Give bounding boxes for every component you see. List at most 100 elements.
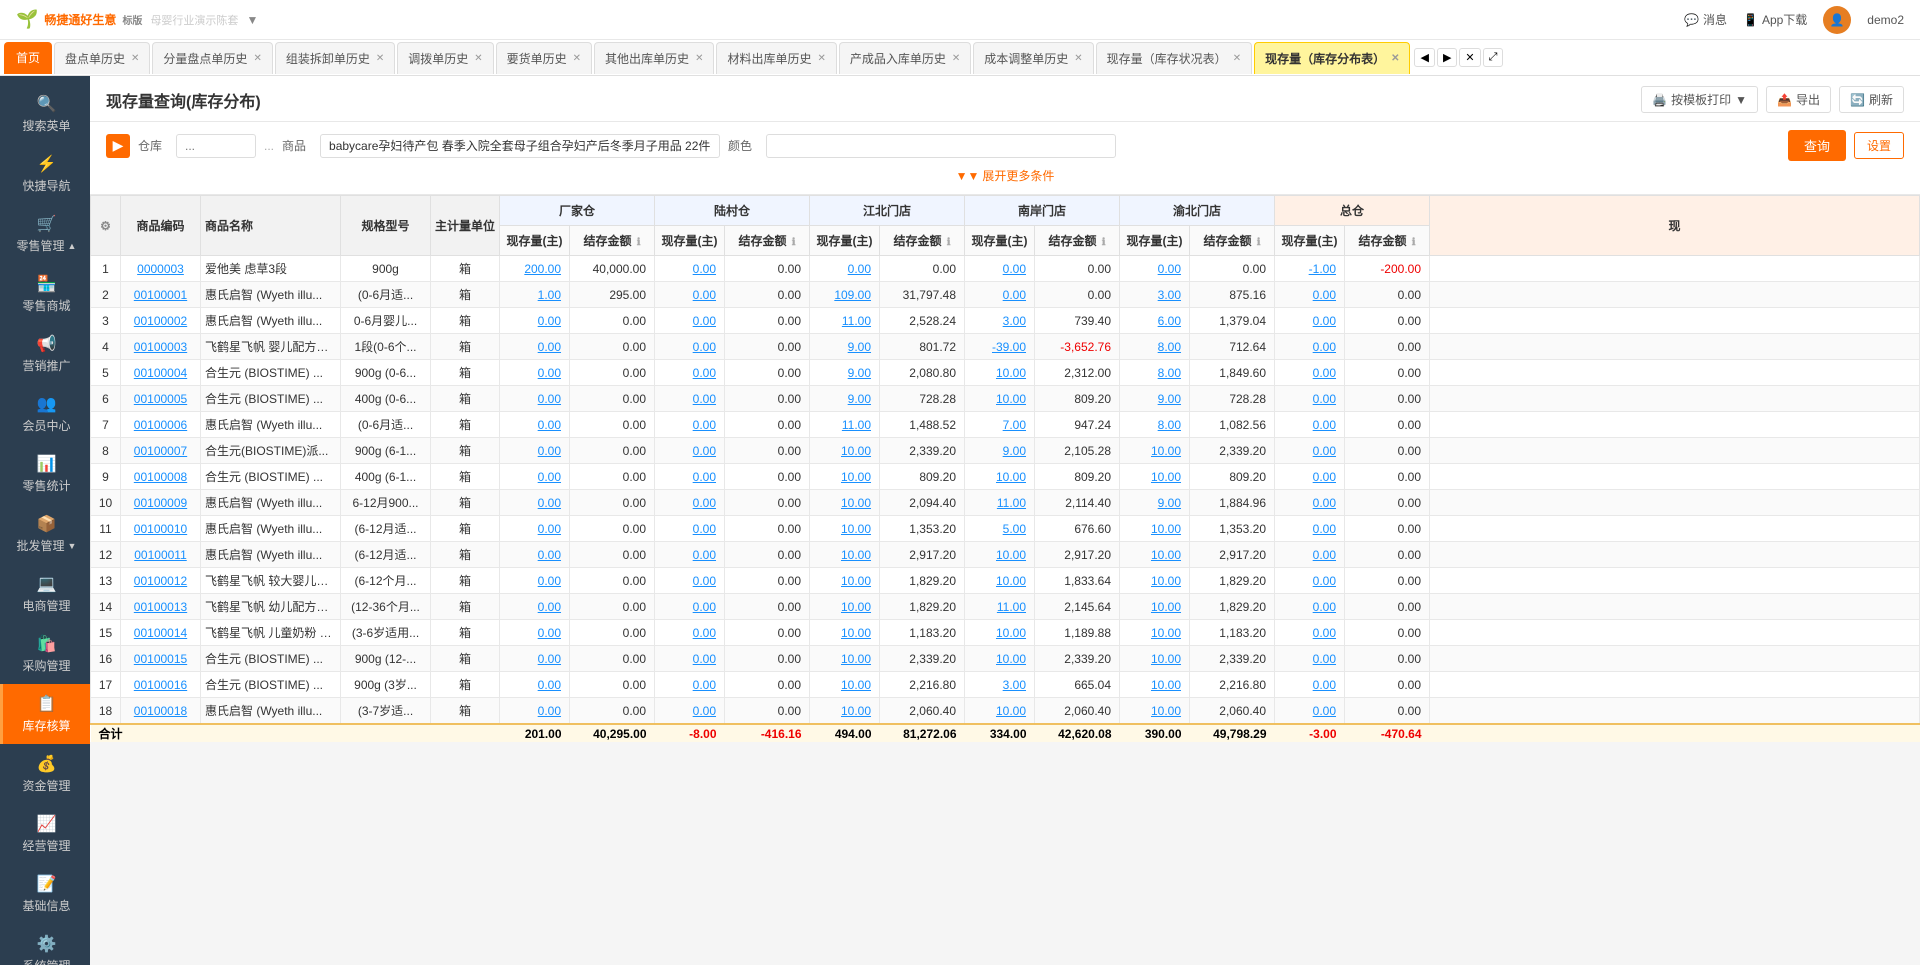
cell-code: 00100011 bbox=[121, 542, 201, 568]
refresh-btn[interactable]: 🔄 刷新 bbox=[1839, 86, 1904, 113]
code-link[interactable]: 00100014 bbox=[134, 626, 187, 640]
tab-transfer[interactable]: 调拨单历史 ✕ bbox=[397, 42, 493, 74]
sidebar-item-shortcut[interactable]: ⚡ 快捷导航 bbox=[0, 144, 90, 204]
cell-changjiacao-amt: 0.00 bbox=[570, 516, 655, 542]
cell-changjiacao-qty: 0.00 bbox=[500, 542, 570, 568]
code-link[interactable]: 00100006 bbox=[134, 418, 187, 432]
code-link[interactable]: 00100009 bbox=[134, 496, 187, 510]
tab-close-stock-dist[interactable]: ✕ bbox=[1391, 53, 1399, 64]
cell-changjiacao-qty: 0.00 bbox=[500, 516, 570, 542]
sidebar-item-finance[interactable]: 💰 资金管理 bbox=[0, 744, 90, 804]
code-link[interactable]: 00100016 bbox=[134, 678, 187, 692]
sidebar-item-retail-stats[interactable]: 📊 零售统计 bbox=[0, 444, 90, 504]
color-input[interactable] bbox=[766, 134, 1116, 158]
info-icon-4[interactable]: ℹ bbox=[1102, 237, 1106, 248]
code-link[interactable]: 00100012 bbox=[134, 574, 187, 588]
goods-input[interactable] bbox=[320, 134, 720, 158]
page-actions: 🖨️ 按模板打印 ▼ 📤 导出 🔄 刷新 bbox=[1641, 86, 1904, 113]
code-link[interactable]: 00100015 bbox=[134, 652, 187, 666]
code-link[interactable]: 00100002 bbox=[134, 314, 187, 328]
tab-close-sub-inventory[interactable]: ✕ bbox=[253, 53, 261, 64]
tab-close-stock-status[interactable]: ✕ bbox=[1233, 53, 1241, 64]
sidebar-item-retail-mall[interactable]: 🏪 零售商城 bbox=[0, 264, 90, 324]
code-link[interactable]: 00100013 bbox=[134, 600, 187, 614]
cell-yubei-amt: 1,082.56 bbox=[1190, 412, 1275, 438]
cell-nanan-qty: 10.00 bbox=[965, 464, 1035, 490]
info-icon-5[interactable]: ℹ bbox=[1257, 237, 1261, 248]
warehouse-input[interactable] bbox=[176, 134, 256, 158]
tab-stock-dist[interactable]: 现存量（库存分布表） ✕ bbox=[1254, 42, 1410, 74]
filter-expand-arrow[interactable]: ▶ bbox=[106, 134, 130, 158]
tab-requisition[interactable]: 要货单历史 ✕ bbox=[496, 42, 592, 74]
tab-other-out[interactable]: 其他出库单历史 ✕ bbox=[594, 42, 714, 74]
cell-jiangbei-amt: 1,183.20 bbox=[880, 620, 965, 646]
sidebar-item-marketing[interactable]: 📢 营销推广 bbox=[0, 324, 90, 384]
code-link[interactable]: 00100005 bbox=[134, 392, 187, 406]
code-link[interactable]: 00100003 bbox=[134, 340, 187, 354]
cell-nanan-amt: -3,652.76 bbox=[1035, 334, 1120, 360]
sidebar-item-wholesale[interactable]: 📦 批发管理 ▼ bbox=[0, 504, 90, 564]
sidebar-item-basic[interactable]: 📝 基础信息 bbox=[0, 864, 90, 924]
tab-close-combo[interactable]: ✕ bbox=[376, 53, 384, 64]
tab-close-material-out[interactable]: ✕ bbox=[817, 53, 825, 64]
info-icon-1[interactable]: ℹ bbox=[637, 237, 641, 248]
sidebar-item-member[interactable]: 👥 会员中心 bbox=[0, 384, 90, 444]
expand-more-btn[interactable]: ▼▼ 展开更多条件 bbox=[956, 167, 1055, 184]
sidebar-item-retail[interactable]: 🛒 零售管理 ▲ bbox=[0, 204, 90, 264]
user-avatar[interactable]: 👤 bbox=[1823, 6, 1851, 34]
th-changjiacao-amt: 结存金额 ℹ bbox=[570, 226, 655, 256]
sidebar-item-system[interactable]: ⚙️ 系统管理 bbox=[0, 924, 90, 965]
sidebar-item-ecommerce[interactable]: 💻 电商管理 bbox=[0, 564, 90, 624]
tab-stock-status[interactable]: 现存量（库存状况表） ✕ bbox=[1096, 42, 1252, 74]
export-btn[interactable]: 📤 导出 bbox=[1766, 86, 1831, 113]
tab-inventory[interactable]: 盘点单历史 ✕ bbox=[54, 42, 150, 74]
tab-close-cost-adjust[interactable]: ✕ bbox=[1074, 53, 1082, 64]
tab-expand-btn[interactable]: ⤢ bbox=[1483, 48, 1504, 67]
tab-next-btn[interactable]: ▶ bbox=[1437, 48, 1457, 67]
settings-btn[interactable]: 设置 bbox=[1854, 132, 1904, 159]
th-total-amt: 结存金额 ℹ bbox=[1345, 226, 1430, 256]
cell-yubei-amt: 809.20 bbox=[1190, 464, 1275, 490]
cell-nanan-qty: 3.00 bbox=[965, 308, 1035, 334]
code-link[interactable]: 00100007 bbox=[134, 444, 187, 458]
code-link[interactable]: 00100011 bbox=[134, 548, 187, 562]
username[interactable]: demo2 bbox=[1867, 13, 1904, 27]
cell-idx: 13 bbox=[91, 568, 121, 594]
tab-close-transfer[interactable]: ✕ bbox=[474, 53, 482, 64]
tab-close-inventory[interactable]: ✕ bbox=[131, 53, 139, 64]
code-link[interactable]: 00100001 bbox=[134, 288, 187, 302]
tab-close-other-out[interactable]: ✕ bbox=[695, 53, 703, 64]
cell-code: 0000003 bbox=[121, 256, 201, 282]
info-icon-3[interactable]: ℹ bbox=[947, 237, 951, 248]
tab-home[interactable]: 首页 bbox=[4, 42, 52, 74]
sidebar-item-purchase[interactable]: 🛍️ 采购管理 bbox=[0, 624, 90, 684]
app-download-btn[interactable]: 📱 App下载 bbox=[1743, 11, 1807, 28]
print-btn[interactable]: 🖨️ 按模板打印 ▼ bbox=[1641, 86, 1758, 113]
query-btn[interactable]: 查询 bbox=[1788, 130, 1846, 161]
code-link[interactable]: 0000003 bbox=[137, 262, 184, 276]
industry-dropdown-icon[interactable]: ▼ bbox=[246, 13, 258, 27]
tab-combo[interactable]: 组装拆卸单历史 ✕ bbox=[275, 42, 395, 74]
th-gear[interactable]: ⚙ bbox=[91, 196, 121, 256]
tab-close-product-in[interactable]: ✕ bbox=[952, 53, 960, 64]
tab-close-requisition[interactable]: ✕ bbox=[573, 53, 581, 64]
cell-total-amt: 0.00 bbox=[1345, 542, 1430, 568]
code-link[interactable]: 00100010 bbox=[134, 522, 187, 536]
tab-prev-btn[interactable]: ◀ bbox=[1414, 48, 1434, 67]
tab-material-out[interactable]: 材料出库单历史 ✕ bbox=[716, 42, 836, 74]
tab-product-in[interactable]: 产成品入库单历史 ✕ bbox=[839, 42, 971, 74]
info-icon-2[interactable]: ℹ bbox=[792, 237, 796, 248]
info-icon-6[interactable]: ℹ bbox=[1412, 237, 1416, 248]
tab-sub-inventory[interactable]: 分量盘点单历史 ✕ bbox=[152, 42, 272, 74]
sidebar-item-inventory[interactable]: 📋 库存核算 bbox=[0, 684, 90, 744]
code-link[interactable]: 00100004 bbox=[134, 366, 187, 380]
code-link[interactable]: 00100008 bbox=[134, 470, 187, 484]
sidebar-item-ops[interactable]: 📈 经营管理 bbox=[0, 804, 90, 864]
table-area[interactable]: ⚙ 商品编码 商品名称 规格型号 主计量单位 厂家仓 陆村仓 江北门店 南岸门店… bbox=[90, 195, 1920, 965]
code-link[interactable]: 00100018 bbox=[134, 704, 187, 718]
message-btn[interactable]: 💬 消息 bbox=[1684, 11, 1727, 28]
tab-close-all-btn[interactable]: ✕ bbox=[1459, 48, 1480, 67]
footer-lucun-amt: -416.16 bbox=[725, 724, 810, 742]
tab-cost-adjust[interactable]: 成本调整单历史 ✕ bbox=[973, 42, 1093, 74]
sidebar-item-search[interactable]: 🔍 搜索英单 bbox=[0, 84, 90, 144]
